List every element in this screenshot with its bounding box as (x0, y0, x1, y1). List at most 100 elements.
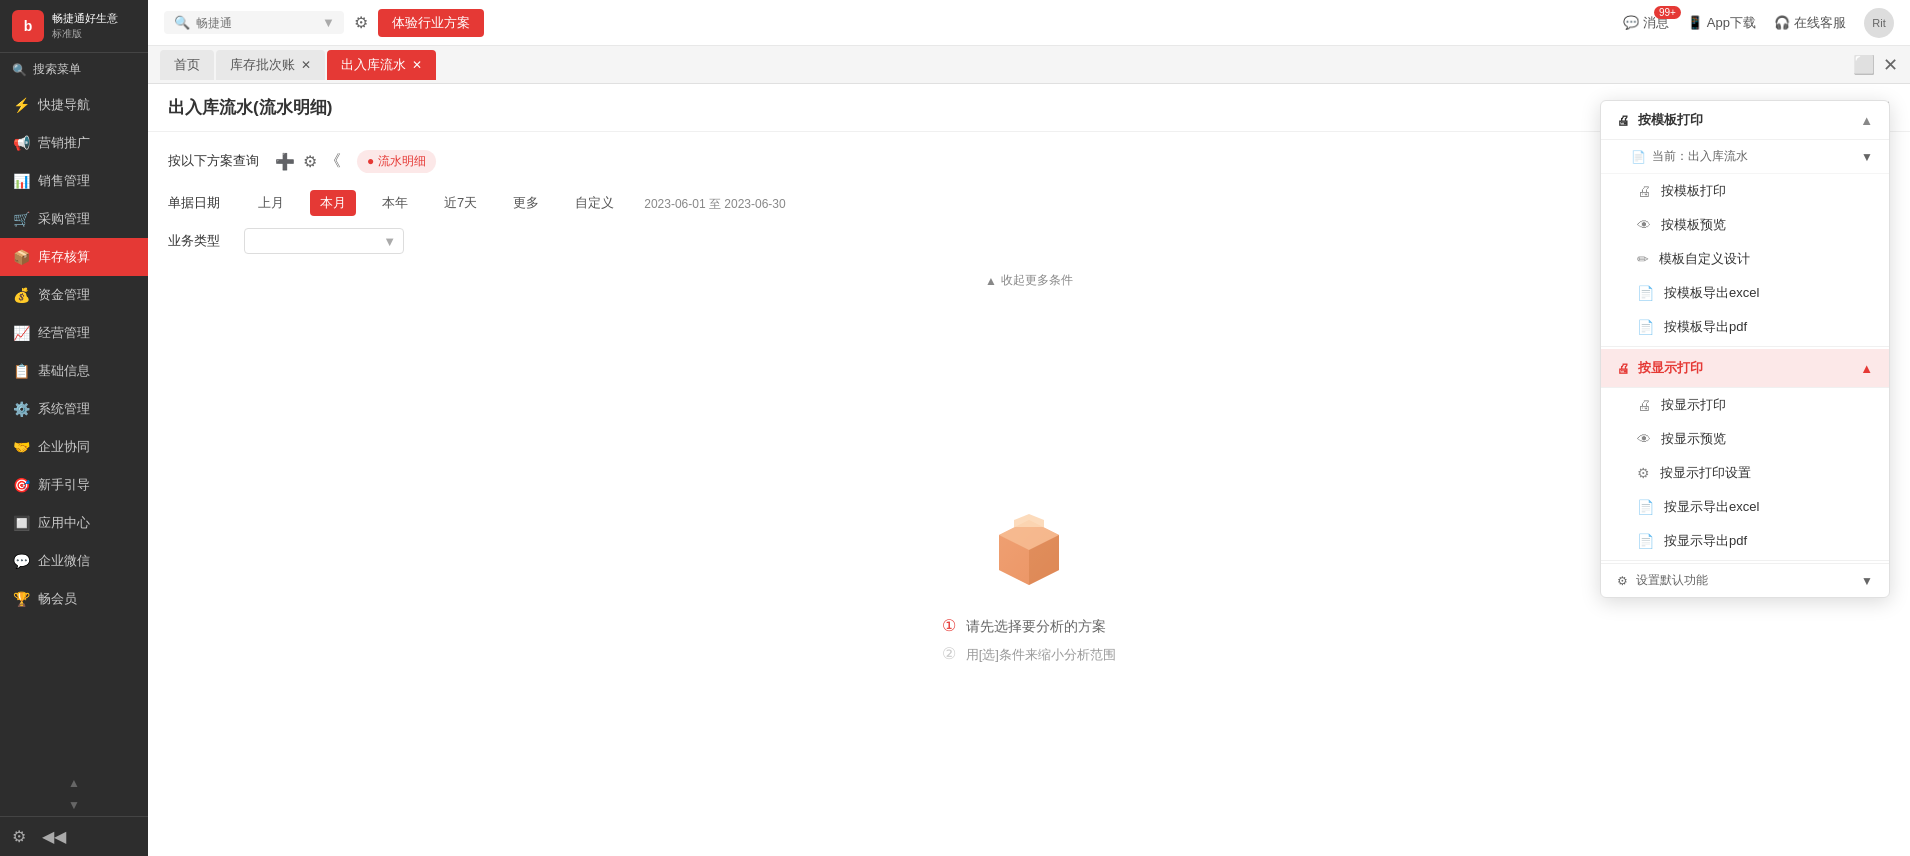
dp-divider (1601, 346, 1889, 347)
finance-label: 资金管理 (38, 286, 136, 304)
sidebar-item-purchase[interactable]: 🛒 采购管理 (0, 200, 148, 238)
online-service-button[interactable]: 🎧 在线客服 (1774, 14, 1846, 32)
dp-default-func-icon: ⚙ (1617, 574, 1628, 588)
dp-display-print-icon: 🖨 (1617, 361, 1630, 376)
date-btn-7days[interactable]: 近7天 (434, 190, 487, 216)
tab-inventory-batch-label: 库存批次账 (230, 56, 295, 74)
date-btn-last-month[interactable]: 上月 (248, 190, 294, 216)
filter-collapse-icon[interactable]: 《 (325, 151, 341, 172)
quick-nav-label: 快捷导航 (38, 96, 136, 114)
topbar-search-input[interactable] (196, 16, 316, 30)
sidebar-logo: b 畅捷通好生意 标准版 (0, 0, 148, 53)
newbie-icon: 🎯 (12, 477, 30, 493)
marketing-label: 营销推广 (38, 134, 136, 152)
industry-solution-button[interactable]: 体验行业方案 (378, 9, 484, 37)
dp-current-template[interactable]: 📄 当前：出入库流水 ▼ (1601, 140, 1889, 174)
sidebar-item-system[interactable]: ⚙️ 系统管理 (0, 390, 148, 428)
search-menu-item[interactable]: 🔍 搜索菜单 (0, 53, 148, 86)
tab-inventory-flow[interactable]: 出入库流水 ✕ (327, 50, 436, 80)
dp-display-print-item[interactable]: 🖨 按显示打印 (1601, 388, 1889, 422)
date-btn-custom[interactable]: 自定义 (565, 190, 624, 216)
collapse-chevron-icon: ▲ (985, 274, 997, 288)
message-button[interactable]: 💬 消息 99+ (1623, 14, 1669, 32)
page-title: 出入库流水(流水明细) (168, 96, 332, 131)
expand-bottom-icon[interactable]: ◀◀ (42, 827, 66, 846)
sidebar-item-marketing[interactable]: 📢 营销推广 (0, 124, 148, 162)
dp-display-export-excel-item[interactable]: 📄 按显示导出excel (1601, 490, 1889, 524)
tab-home-label: 首页 (174, 56, 200, 74)
tab-maximize-icon[interactable]: ⬜ (1853, 54, 1875, 76)
tab-home[interactable]: 首页 (160, 50, 214, 80)
sidebar-item-inventory[interactable]: 📦 库存核算 (0, 238, 148, 276)
dp-display-preview-item[interactable]: 👁 按显示预览 (1601, 422, 1889, 456)
sidebar-item-basic-info[interactable]: 📋 基础信息 (0, 352, 148, 390)
sidebar-item-newbie[interactable]: 🎯 新手引导 (0, 466, 148, 504)
dp-template-design-item[interactable]: ✏ 模板自定义设计 (1601, 242, 1889, 276)
empty-hint-1: ① 请先选择要分析的方案 (942, 616, 1106, 636)
tab-inventory-batch-close[interactable]: ✕ (301, 58, 311, 72)
dp-current-chevron: ▼ (1861, 150, 1873, 164)
dp-display-pdf-icon: 📄 (1637, 533, 1654, 549)
basic-info-icon: 📋 (12, 363, 30, 379)
dp-display-export-pdf-item[interactable]: 📄 按显示导出pdf (1601, 524, 1889, 558)
sidebar-item-app-center[interactable]: 🔲 应用中心 (0, 504, 148, 542)
purchase-icon: 🛒 (12, 211, 30, 227)
sidebar-item-operations[interactable]: 📈 经营管理 (0, 314, 148, 352)
sales-icon: 📊 (12, 173, 30, 189)
headset-icon: 🎧 (1774, 15, 1790, 30)
tab-close-all-icon[interactable]: ✕ (1883, 54, 1898, 76)
dp-template-export-excel-item[interactable]: 📄 按模板导出excel (1601, 276, 1889, 310)
operations-icon: 📈 (12, 325, 30, 341)
date-btn-this-year[interactable]: 本年 (372, 190, 418, 216)
dp-default-func-button[interactable]: ⚙ 设置默认功能 ▼ (1601, 563, 1889, 597)
search-icon: 🔍 (12, 63, 27, 77)
dp-display-preview-label: 按显示预览 (1661, 430, 1726, 448)
dp-template-export-pdf-item[interactable]: 📄 按模板导出pdf (1601, 310, 1889, 344)
date-btn-this-month[interactable]: 本月 (310, 190, 356, 216)
dp-display-excel-label: 按显示导出excel (1664, 498, 1759, 516)
message-badge: 99+ (1654, 6, 1681, 19)
marketing-icon: 📢 (12, 135, 30, 151)
sidebar-item-membership[interactable]: 🏆 畅会员 (0, 580, 148, 618)
filter-settings-icon[interactable]: ⚙ (303, 152, 317, 171)
topbar: 🔍 ▼ ⚙ 体验行业方案 💬 消息 99+ 📱 App下载 🎧 在线客服 (148, 0, 1910, 46)
dp-default-func-label: 设置默认功能 (1636, 572, 1708, 589)
collapse-label: 收起更多条件 (1001, 272, 1073, 289)
biz-type-select[interactable] (244, 228, 404, 254)
sidebar-item-enterprise-wechat[interactable]: 💬 企业微信 (0, 542, 148, 580)
filter-chip-active[interactable]: ● 流水明细 (357, 150, 436, 173)
settings-bottom-icon[interactable]: ⚙ (12, 827, 26, 846)
dp-template-preview-label: 按模板预览 (1661, 216, 1726, 234)
filter-chip-label: 流水明细 (378, 153, 426, 170)
collab-label: 企业协同 (38, 438, 136, 456)
app-download-button[interactable]: 📱 App下载 (1687, 14, 1756, 32)
filter-actions-left: ➕ ⚙ 《 (275, 151, 341, 172)
dp-display-chevron-up[interactable]: ▲ (1860, 361, 1873, 376)
date-range: 2023-06-01 至 2023-06-30 (644, 196, 785, 213)
filter-add-button[interactable]: ➕ (275, 152, 295, 171)
dp-bottom-divider (1601, 560, 1889, 561)
dp-template-print-item[interactable]: 🖨 按模板打印 (1601, 174, 1889, 208)
topbar-search-box[interactable]: 🔍 ▼ (164, 11, 344, 34)
dp-template-design-label: 模板自定义设计 (1659, 250, 1750, 268)
dp-display-pdf-label: 按显示导出pdf (1664, 532, 1747, 550)
tab-inventory-flow-close[interactable]: ✕ (412, 58, 422, 72)
topbar-settings-icon[interactable]: ⚙ (354, 13, 368, 32)
dp-template-preview-item[interactable]: 👁 按模板预览 (1601, 208, 1889, 242)
date-btn-more[interactable]: 更多 (503, 190, 549, 216)
user-avatar[interactable]: Rit (1864, 8, 1894, 38)
sidebar-item-finance[interactable]: 💰 资金管理 (0, 276, 148, 314)
tab-inventory-batch[interactable]: 库存批次账 ✕ (216, 50, 325, 80)
dp-display-print-settings-item[interactable]: ⚙ 按显示打印设置 (1601, 456, 1889, 490)
dp-display-print-item-icon: 🖨 (1637, 397, 1651, 413)
avatar-box: Rit (1864, 8, 1894, 38)
collab-icon: 🤝 (12, 439, 30, 455)
inventory-label: 库存核算 (38, 248, 136, 266)
sidebar-item-quick-nav[interactable]: ⚡ 快捷导航 (0, 86, 148, 124)
sidebar-item-collab[interactable]: 🤝 企业协同 (0, 428, 148, 466)
dp-template-excel-icon: 📄 (1637, 285, 1654, 301)
dp-template-pdf-icon: 📄 (1637, 319, 1654, 335)
dp-template-chevron-up[interactable]: ▲ (1860, 113, 1873, 128)
dp-template-print-icon: 🖨 (1637, 183, 1651, 199)
sidebar-item-sales[interactable]: 📊 销售管理 (0, 162, 148, 200)
